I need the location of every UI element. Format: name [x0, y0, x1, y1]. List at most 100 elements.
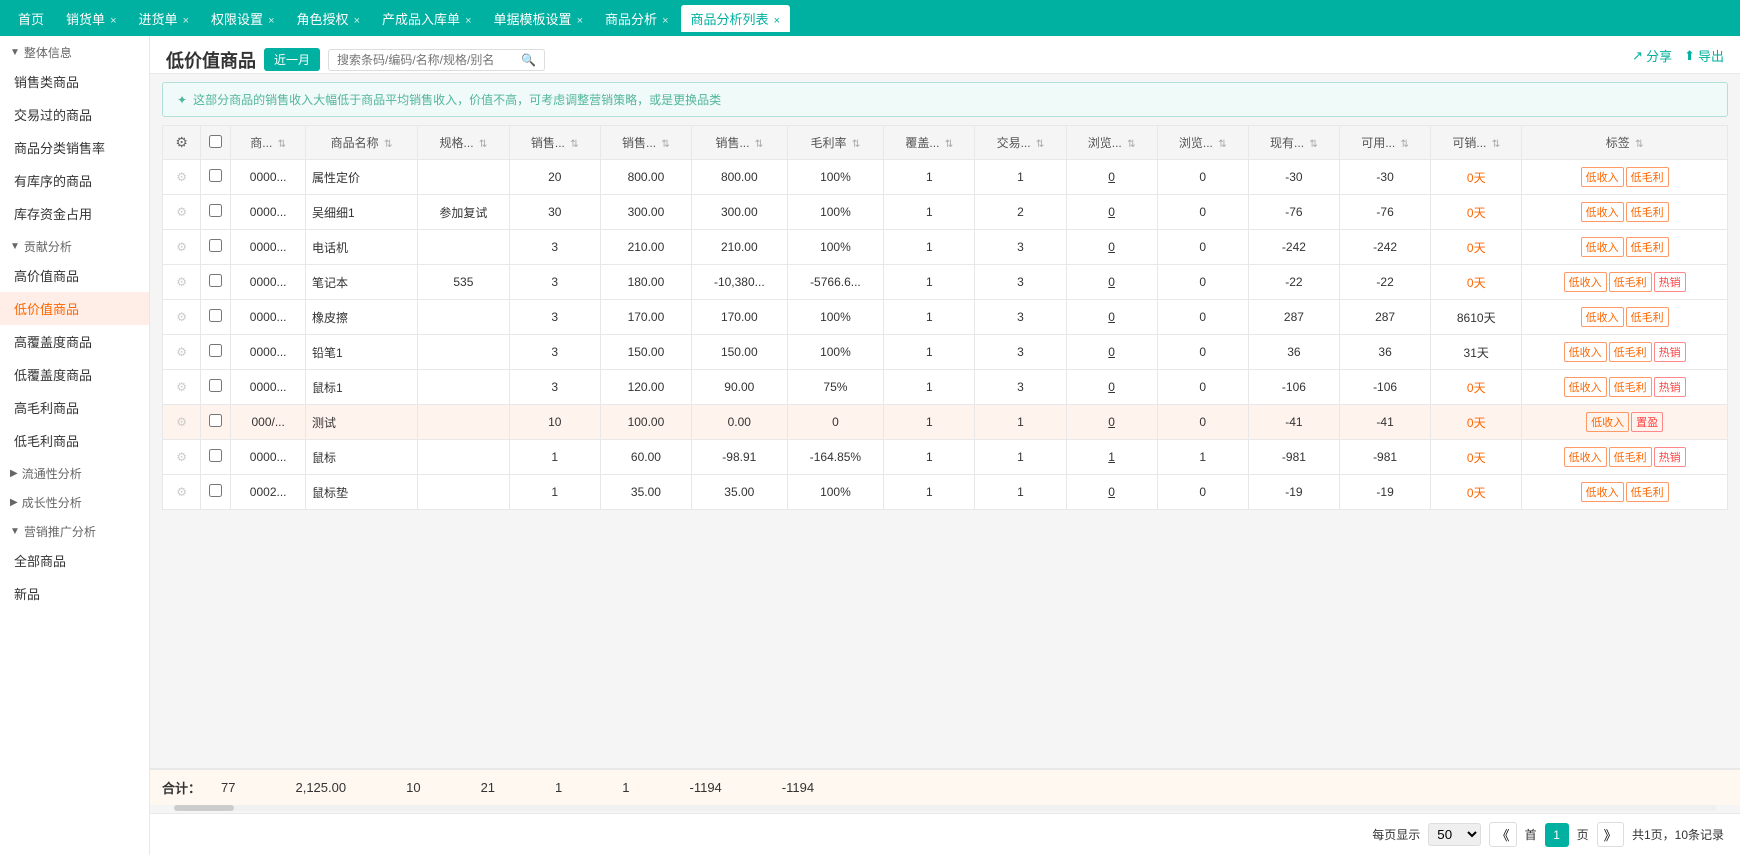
row-gear[interactable]: ⚙: [163, 300, 201, 335]
th-current[interactable]: 现有... ⇅: [1248, 126, 1339, 160]
time-filter-button[interactable]: 近一月: [264, 48, 320, 71]
row-browse1[interactable]: 0: [1066, 370, 1157, 405]
search-icon[interactable]: 🔍: [521, 53, 536, 67]
th-cover[interactable]: 覆盖... ⇅: [884, 126, 975, 160]
nav-item-商品分析列表[interactable]: 商品分析列表 ×: [681, 5, 791, 32]
row-checkbox-cell[interactable]: [201, 265, 231, 300]
row-checkbox-cell[interactable]: [201, 475, 231, 510]
th-sale3[interactable]: 销售... ⇅: [692, 126, 788, 160]
row-gear[interactable]: ⚙: [163, 195, 201, 230]
sidebar-item-高价值商品[interactable]: 高价值商品: [0, 259, 149, 292]
nav-close-icon[interactable]: ×: [462, 15, 471, 27]
sidebar-item-有库序的商品[interactable]: 有库序的商品: [0, 164, 149, 197]
row-gear-icon[interactable]: ⚙: [176, 345, 187, 359]
row-checkbox[interactable]: [209, 344, 222, 357]
th-name[interactable]: 商品名称 ⇅: [305, 126, 417, 160]
row-gear-icon[interactable]: ⚙: [176, 275, 187, 289]
sidebar-item-低覆盖度商品[interactable]: 低覆盖度商品: [0, 358, 149, 391]
sidebar-item-销售类商品[interactable]: 销售类商品: [0, 65, 149, 98]
sidebar-item-低毛利商品[interactable]: 低毛利商品: [0, 424, 149, 457]
nav-item-产成品入库单[interactable]: 产成品入库单 ×: [372, 5, 482, 32]
row-gear-icon[interactable]: ⚙: [176, 240, 187, 254]
first-page-button[interactable]: 《: [1489, 822, 1516, 847]
nav-close-icon[interactable]: ×: [265, 15, 274, 27]
nav-item-销货单[interactable]: 销货单 ×: [56, 5, 127, 32]
th-sale2[interactable]: 销售... ⇅: [600, 126, 691, 160]
row-checkbox[interactable]: [209, 309, 222, 322]
row-checkbox[interactable]: [209, 239, 222, 252]
sidebar-item-全部商品[interactable]: 全部商品: [0, 544, 149, 577]
row-checkbox-cell[interactable]: [201, 335, 231, 370]
nav-item-权限设置[interactable]: 权限设置 ×: [201, 5, 285, 32]
row-browse1[interactable]: 0: [1066, 335, 1157, 370]
row-gear[interactable]: ⚙: [163, 335, 201, 370]
th-spec[interactable]: 规格... ⇅: [418, 126, 510, 160]
nav-item-进货单[interactable]: 进货单 ×: [129, 5, 200, 32]
row-checkbox-cell[interactable]: [201, 405, 231, 440]
row-checkbox[interactable]: [209, 274, 222, 287]
gear-icon[interactable]: ⚙: [175, 134, 188, 150]
row-gear-icon[interactable]: ⚙: [176, 310, 187, 324]
row-browse1[interactable]: 0: [1066, 475, 1157, 510]
row-checkbox-cell[interactable]: [201, 370, 231, 405]
sidebar-item-库存资金占用[interactable]: 库存资金占用: [0, 197, 149, 230]
checkbox-col-header[interactable]: [201, 126, 231, 160]
sidebar-item-高覆盖度商品[interactable]: 高覆盖度商品: [0, 325, 149, 358]
th-sellable[interactable]: 可销... ⇅: [1431, 126, 1522, 160]
row-gear-icon[interactable]: ⚙: [176, 415, 187, 429]
row-gear-icon[interactable]: ⚙: [176, 450, 187, 464]
nav-close-icon[interactable]: ×: [659, 15, 668, 27]
sidebar-item-低价值商品[interactable]: 低价值商品: [0, 292, 149, 325]
horizontal-scrollbar[interactable]: [174, 805, 1716, 811]
sidebar-group-成长性分析[interactable]: ▶成长性分析: [0, 486, 149, 515]
sidebar-item-高毛利商品[interactable]: 高毛利商品: [0, 391, 149, 424]
row-gear[interactable]: ⚙: [163, 475, 201, 510]
row-gear-icon[interactable]: ⚙: [176, 485, 187, 499]
last-page-button[interactable]: 》: [1597, 822, 1624, 847]
sidebar-item-新品[interactable]: 新品: [0, 577, 149, 610]
nav-item-首页[interactable]: 首页: [8, 5, 54, 32]
th-tags[interactable]: 标签 ⇅: [1522, 126, 1728, 160]
row-gear-icon[interactable]: ⚙: [176, 380, 187, 394]
row-checkbox[interactable]: [209, 204, 222, 217]
row-browse1[interactable]: 1: [1066, 440, 1157, 475]
row-checkbox[interactable]: [209, 379, 222, 392]
nav-close-icon[interactable]: ×: [351, 15, 360, 27]
nav-item-商品分析[interactable]: 商品分析 ×: [595, 5, 679, 32]
nav-close-icon[interactable]: ×: [574, 15, 583, 27]
row-gear[interactable]: ⚙: [163, 265, 201, 300]
row-browse1[interactable]: 0: [1066, 265, 1157, 300]
row-gear[interactable]: ⚙: [163, 405, 201, 440]
sidebar-group-整体信息[interactable]: ▼整体信息: [0, 36, 149, 65]
nav-item-单据模板设置[interactable]: 单据模板设置 ×: [484, 5, 594, 32]
settings-col-header[interactable]: ⚙: [163, 126, 201, 160]
row-checkbox-cell[interactable]: [201, 160, 231, 195]
row-browse1[interactable]: 0: [1066, 405, 1157, 440]
row-checkbox[interactable]: [209, 169, 222, 182]
nav-item-角色授权[interactable]: 角色授权 ×: [287, 5, 371, 32]
row-gear[interactable]: ⚙: [163, 370, 201, 405]
th-available[interactable]: 可用... ⇅: [1340, 126, 1431, 160]
sidebar-group-贡献分析[interactable]: ▼贡献分析: [0, 230, 149, 259]
row-checkbox-cell[interactable]: [201, 300, 231, 335]
row-checkbox-cell[interactable]: [201, 230, 231, 265]
sidebar-item-商品分类销售率[interactable]: 商品分类销售率: [0, 131, 149, 164]
th-trade[interactable]: 交易... ⇅: [975, 126, 1066, 160]
row-gear[interactable]: ⚙: [163, 440, 201, 475]
page-size-select[interactable]: 50 10 20 100: [1428, 823, 1481, 846]
row-gear[interactable]: ⚙: [163, 160, 201, 195]
row-gear[interactable]: ⚙: [163, 230, 201, 265]
sidebar-group-营销推广分析[interactable]: ▼营销推广分析: [0, 515, 149, 544]
nav-close-icon[interactable]: ×: [107, 15, 116, 27]
th-browse2[interactable]: 浏览... ⇅: [1157, 126, 1248, 160]
sidebar-group-流通性分析[interactable]: ▶流通性分析: [0, 457, 149, 486]
row-browse1[interactable]: 0: [1066, 300, 1157, 335]
row-browse1[interactable]: 0: [1066, 230, 1157, 265]
row-checkbox-cell[interactable]: [201, 195, 231, 230]
sidebar-item-交易过的商品[interactable]: 交易过的商品: [0, 98, 149, 131]
row-gear-icon[interactable]: ⚙: [176, 170, 187, 184]
select-all-checkbox[interactable]: [209, 135, 222, 148]
row-checkbox[interactable]: [209, 449, 222, 462]
row-checkbox[interactable]: [209, 414, 222, 427]
th-browse1[interactable]: 浏览... ⇅: [1066, 126, 1157, 160]
